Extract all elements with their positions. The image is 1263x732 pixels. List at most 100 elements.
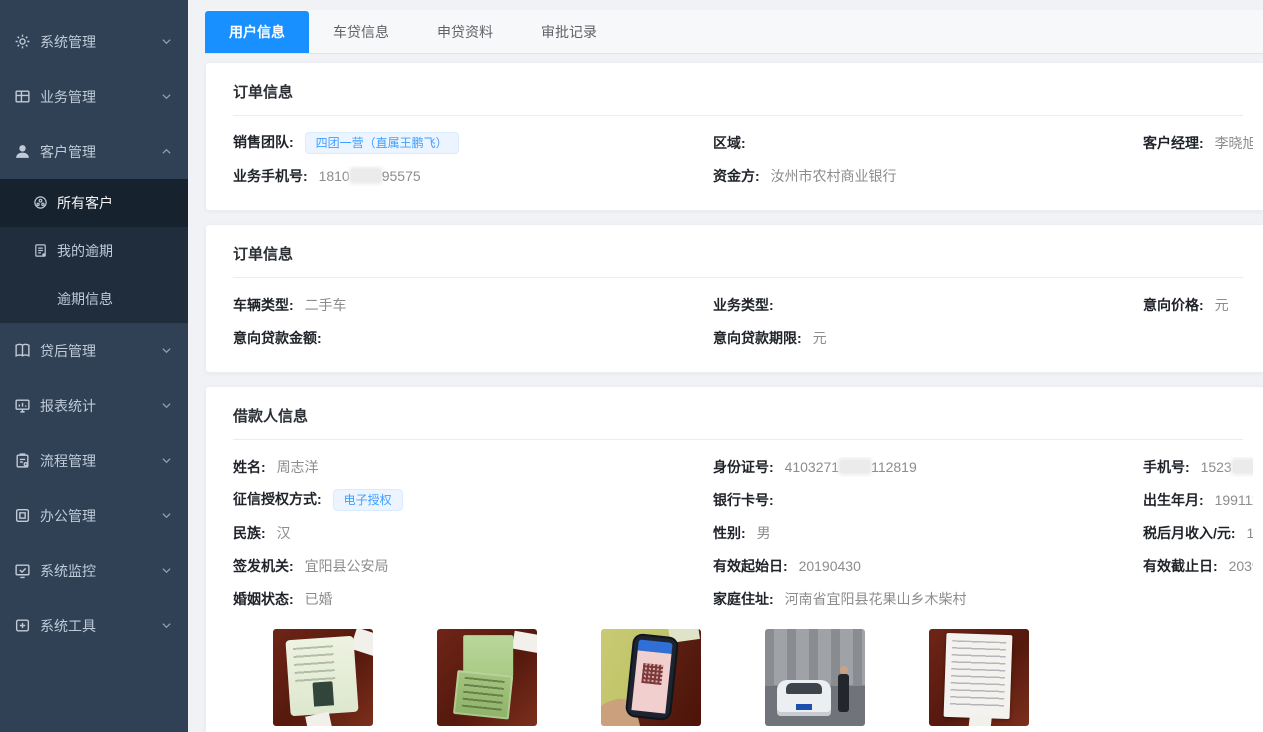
person-with-car-photo-thumbnail[interactable] bbox=[765, 629, 865, 726]
field-intent-price: 意向价格: 元 bbox=[1143, 295, 1253, 315]
sidebar-item-label: 业务管理 bbox=[40, 87, 96, 107]
sidebar-item-label: 系统工具 bbox=[40, 616, 96, 636]
field-label: 客户经理: bbox=[1143, 135, 1204, 151]
card-title: 订单信息 bbox=[233, 81, 1243, 116]
sidebar-item-label: 系统管理 bbox=[40, 32, 96, 52]
field-value: 二手车 bbox=[305, 297, 347, 313]
gear-icon bbox=[14, 33, 31, 50]
field-label: 身份证号: bbox=[713, 459, 774, 475]
field-label: 性别: bbox=[713, 525, 746, 541]
grid-icon bbox=[14, 88, 31, 105]
sidebar-item-my-overdue[interactable]: 我的逾期 bbox=[0, 227, 188, 275]
chevron-down-icon bbox=[161, 620, 172, 631]
tab-bar: 用户信息 车贷信息 申贷资料 审批记录 bbox=[205, 10, 1263, 54]
field-gender: 性别: 男 bbox=[713, 523, 1143, 543]
user-icon bbox=[14, 143, 31, 160]
field-label: 民族: bbox=[233, 525, 266, 541]
field-label: 家庭住址: bbox=[713, 591, 774, 607]
sidebar-item-label: 所有客户 bbox=[57, 193, 113, 213]
field-valid-from: 有效起始日: 20190430 bbox=[713, 556, 1143, 576]
field-value: 20190430 bbox=[799, 558, 861, 574]
sidebar-item-customer-mgmt[interactable]: 客户管理 bbox=[0, 124, 188, 179]
field-business-type: 业务类型: bbox=[713, 295, 1143, 315]
monitor-check-icon bbox=[14, 562, 31, 579]
field-label: 婚姻状态: bbox=[233, 591, 294, 607]
tab-car-loan-info[interactable]: 车贷信息 bbox=[309, 11, 413, 53]
field-valid-to: 有效截止日: 20390430 bbox=[1143, 556, 1253, 576]
sidebar-item-report-stats[interactable]: 报表统计 bbox=[0, 378, 188, 433]
sidebar-item-office-mgmt[interactable]: 办公管理 bbox=[0, 488, 188, 543]
chevron-down-icon bbox=[161, 400, 172, 411]
sales-team-tag[interactable]: 四团一营（直属王鹏飞） bbox=[305, 132, 459, 154]
sidebar-item-overdue-info[interactable]: 逾期信息 bbox=[0, 275, 188, 323]
field-value: 宜阳县公安局 bbox=[305, 558, 389, 574]
document-photos: 人像面 行驶证照片 授权二维码 bbox=[233, 629, 1253, 732]
field-label: 资金方: bbox=[713, 168, 760, 184]
sidebar-item-label: 办公管理 bbox=[40, 506, 96, 526]
redacted-digits bbox=[1233, 460, 1253, 473]
sidebar-item-all-customers[interactable]: 所有客户 bbox=[0, 179, 188, 227]
id-card-photo-thumbnail[interactable] bbox=[273, 629, 373, 726]
square-icon bbox=[14, 507, 31, 524]
card-title: 借款人信息 bbox=[233, 405, 1243, 440]
field-label: 意向价格: bbox=[1143, 297, 1204, 313]
field-value: 15236137 bbox=[1201, 459, 1253, 475]
field-label: 有效截止日: bbox=[1143, 558, 1218, 574]
sidebar-item-label: 客户管理 bbox=[40, 142, 96, 162]
sidebar-item-label: 系统监控 bbox=[40, 561, 96, 581]
handwritten-document-photo-thumbnail[interactable] bbox=[929, 629, 1029, 726]
field-label: 姓名: bbox=[233, 459, 266, 475]
sidebar-item-system-monitor[interactable]: 系统监控 bbox=[0, 543, 188, 598]
field-label: 车辆类型: bbox=[233, 297, 294, 313]
sidebar-item-business-mgmt[interactable]: 业务管理 bbox=[0, 69, 188, 124]
redacted-digits bbox=[351, 169, 381, 182]
field-intent-loan-term: 意向贷款期限: 元 bbox=[713, 328, 1143, 348]
field-funder: 资金方: 汝州市农村商业银行 bbox=[713, 166, 1143, 186]
qr-authorization-photo-thumbnail[interactable] bbox=[601, 629, 701, 726]
sidebar-item-label: 我的逾期 bbox=[57, 241, 113, 261]
field-mobile: 手机号: 15236137 bbox=[1143, 457, 1253, 477]
chevron-down-icon bbox=[161, 565, 172, 576]
tab-user-info[interactable]: 用户信息 bbox=[205, 11, 309, 53]
sidebar-item-label: 报表统计 bbox=[40, 396, 96, 416]
field-value: 4103271112819 bbox=[785, 459, 917, 475]
chevron-down-icon bbox=[161, 455, 172, 466]
field-label: 业务类型: bbox=[713, 297, 774, 313]
redacted-digits bbox=[840, 460, 870, 473]
field-value: 20390430 bbox=[1229, 558, 1253, 574]
tab-loan-application-docs[interactable]: 申贷资料 bbox=[413, 11, 517, 53]
field-value: 男 bbox=[757, 525, 771, 541]
tools-icon bbox=[14, 617, 31, 634]
field-bank-card: 银行卡号: bbox=[713, 490, 1143, 510]
field-account-manager: 客户经理: 李晓旭 bbox=[1143, 133, 1253, 153]
card-title: 订单信息 bbox=[233, 243, 1243, 278]
credit-auth-tag[interactable]: 电子授权 bbox=[333, 489, 403, 511]
field-label: 银行卡号: bbox=[713, 492, 774, 508]
field-value: 周志洋 bbox=[277, 459, 319, 475]
field-value: 已婚 bbox=[305, 591, 333, 607]
chevron-up-icon bbox=[161, 146, 172, 157]
field-label: 有效起始日: bbox=[713, 558, 788, 574]
sidebar-item-postloan-mgmt[interactable]: 贷后管理 bbox=[0, 323, 188, 378]
field-label: 签发机关: bbox=[233, 558, 294, 574]
sidebar-item-label: 贷后管理 bbox=[40, 341, 96, 361]
chevron-down-icon bbox=[161, 510, 172, 521]
tab-approval-records[interactable]: 审批记录 bbox=[517, 11, 621, 53]
field-value: 181095575 bbox=[319, 168, 421, 184]
field-value: 10000 bbox=[1246, 525, 1253, 541]
field-credit-auth: 征信授权方式: 电子授权 bbox=[233, 489, 713, 511]
loan-intent-card: 订单信息 车辆类型: 二手车 业务类型: 意向价格: 元 意向贷款金额: bbox=[205, 224, 1263, 373]
field-label: 意向贷款金额: bbox=[233, 330, 322, 346]
sidebar-item-process-mgmt[interactable]: 流程管理 bbox=[0, 433, 188, 488]
monitor-chart-icon bbox=[14, 397, 31, 414]
sidebar-item-system-tools[interactable]: 系统工具 bbox=[0, 598, 188, 653]
field-value: 河南省宜阳县花果山乡木柴村 bbox=[785, 591, 967, 607]
customers-icon bbox=[33, 195, 49, 211]
vehicle-license-photo-thumbnail[interactable] bbox=[437, 629, 537, 726]
field-birth: 出生年月: 19911111 bbox=[1143, 490, 1253, 510]
field-label: 手机号: bbox=[1143, 459, 1190, 475]
field-region: 区域: bbox=[713, 133, 1143, 153]
sidebar-item-system-mgmt[interactable]: 系统管理 bbox=[0, 14, 188, 69]
field-vehicle-type: 车辆类型: 二手车 bbox=[233, 295, 713, 315]
field-label: 征信授权方式: bbox=[233, 491, 322, 507]
